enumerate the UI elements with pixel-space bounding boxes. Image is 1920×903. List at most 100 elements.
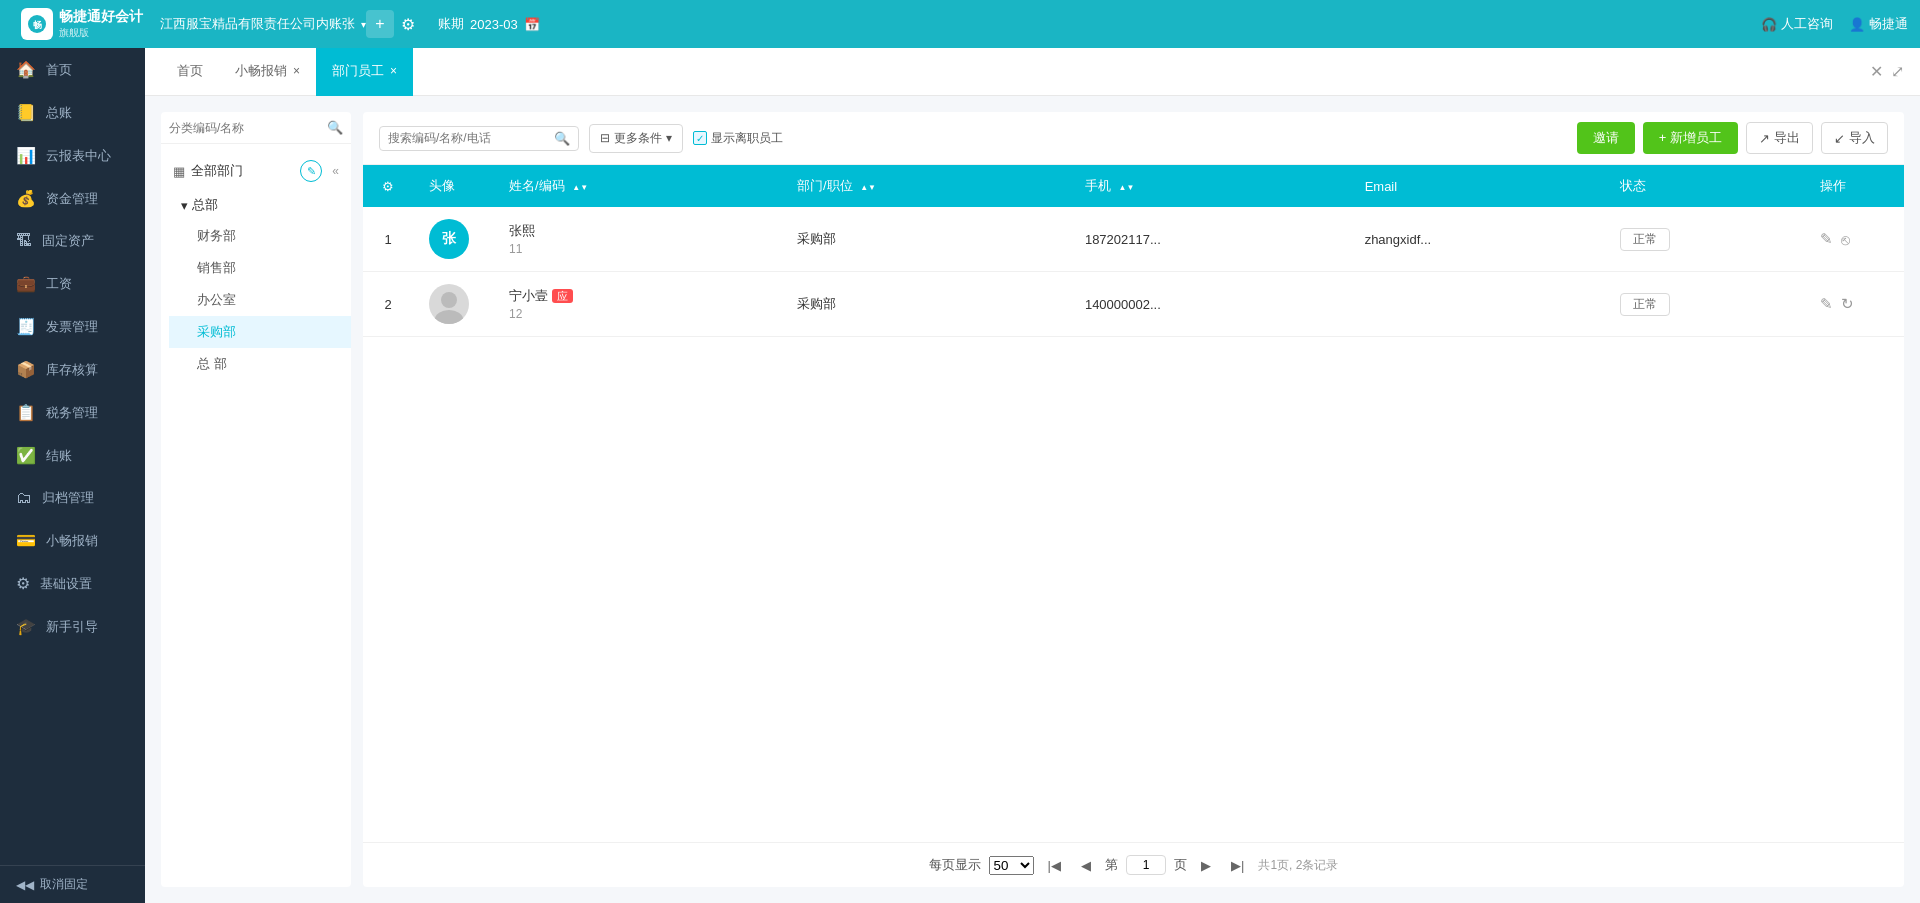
sidebar-item-archive[interactable]: 🗂 归档管理: [0, 477, 145, 519]
first-page-button[interactable]: |◀: [1042, 856, 1067, 875]
tab-dept-label: 部门员工: [332, 62, 384, 80]
sidebar-item-tax[interactable]: 📋 税务管理: [0, 391, 145, 434]
inventory-icon: 📦: [16, 360, 36, 379]
period-area: 账期 2023-03 📅: [438, 15, 540, 33]
sidebar-item-settle[interactable]: ✅ 结账: [0, 434, 145, 477]
close-window-icon[interactable]: ✕: [1870, 62, 1883, 81]
employee-email: [1349, 272, 1604, 337]
invite-button[interactable]: 邀请: [1577, 122, 1635, 154]
maximize-window-icon[interactable]: ⤢: [1891, 62, 1904, 81]
dept-node-finance[interactable]: 财务部: [169, 220, 351, 252]
sort-phone-icon[interactable]: ▲▼: [1119, 184, 1135, 192]
settings-icon[interactable]: ⚙: [394, 10, 422, 38]
dept-node-general[interactable]: 总 部: [169, 348, 351, 380]
page-number-input[interactable]: [1126, 855, 1166, 875]
all-dept-item[interactable]: ▦ 全部部门 ✎ «: [161, 152, 351, 190]
row-index: 2: [363, 272, 413, 337]
archive-icon: 🗂: [16, 489, 32, 507]
show-resigned-toggle[interactable]: ✓ 显示离职员工: [693, 130, 783, 147]
app-subtitle: 旗舰版: [59, 26, 143, 40]
page-label: 第: [1105, 856, 1118, 874]
per-page-label: 每页显示: [929, 856, 981, 874]
tab-home[interactable]: 首页: [161, 48, 219, 96]
dept-node-office[interactable]: 办公室: [169, 284, 351, 316]
sidebar-item-invoices[interactable]: 🧾 发票管理: [0, 305, 145, 348]
sidebar-item-wages[interactable]: 💼 工资: [0, 262, 145, 305]
dept-node-purchase[interactable]: 采购部: [169, 316, 351, 348]
logo-icon: 畅: [21, 8, 53, 40]
sidebar-item-home[interactable]: 🏠 首页: [0, 48, 145, 91]
col-name[interactable]: 姓名/编码 ▲▼: [493, 165, 781, 207]
sidebar-item-expense[interactable]: 💳 小畅报销: [0, 519, 145, 562]
svg-point-3: [435, 310, 463, 324]
svg-point-2: [441, 292, 457, 308]
tab-expense-label: 小畅报销: [235, 62, 287, 80]
wages-icon: 💼: [16, 274, 36, 293]
tab-expense[interactable]: 小畅报销 ×: [219, 48, 316, 96]
sidebar-item-guide[interactable]: 🎓 新手引导: [0, 605, 145, 648]
dept-group-head: ▾ 总部 财务部 销售部 办公室 采购部 总 部: [161, 190, 351, 380]
sort-name-icon[interactable]: ▲▼: [572, 184, 588, 192]
tax-icon: 📋: [16, 403, 36, 422]
col-settings[interactable]: ⚙: [363, 165, 413, 207]
sidebar-item-label: 发票管理: [46, 318, 98, 336]
calendar-icon[interactable]: 📅: [524, 17, 540, 32]
employee-table: ⚙ 头像 姓名/编码 ▲▼ 部门/职位 ▲▼: [363, 165, 1904, 337]
sidebar-item-ledger[interactable]: 📒 总账: [0, 91, 145, 134]
col-dept[interactable]: 部门/职位 ▲▼: [781, 165, 1069, 207]
import-button[interactable]: ↙ 导入: [1821, 122, 1888, 154]
employee-name: 宁小壹应: [509, 287, 765, 305]
top-header: 畅 畅捷通好会计 旗舰版 江西服宝精品有限责任公司内账张 ▾ + ⚙ 账期 20…: [0, 0, 1920, 48]
edit-employee-button[interactable]: ✎: [1820, 230, 1833, 248]
table-row: 2宁小壹应12采购部140000002...正常✎↻: [363, 272, 1904, 337]
sidebar-item-label: 固定资产: [42, 232, 94, 250]
employee-name-code: 宁小壹应 12: [493, 272, 781, 337]
sidebar-item-settings[interactable]: ⚙ 基础设置: [0, 562, 145, 605]
dept-search-input[interactable]: [169, 121, 327, 135]
user-icon: 👤: [1849, 17, 1865, 32]
sidebar-item-label: 工资: [46, 275, 72, 293]
home-icon: 🏠: [16, 60, 36, 79]
tab-dept-close[interactable]: ×: [390, 64, 397, 78]
dept-node-sales[interactable]: 销售部: [169, 252, 351, 284]
tab-home-label: 首页: [177, 62, 203, 80]
more-filters-button[interactable]: ⊟ 更多条件 ▾: [589, 124, 683, 153]
sidebar-item-inventory[interactable]: 📦 库存核算: [0, 348, 145, 391]
search-icon: 🔍: [554, 131, 570, 146]
sort-dept-icon[interactable]: ▲▼: [860, 184, 876, 192]
cancel-pin-button[interactable]: ◀◀ 取消固定: [0, 865, 145, 903]
user-area[interactable]: 👤 畅捷通: [1849, 15, 1908, 33]
sidebar-item-label: 归档管理: [42, 489, 94, 507]
company-selector[interactable]: 江西服宝精品有限责任公司内账张 ▾: [160, 15, 366, 33]
header-actions: 🎧 人工咨询 👤 畅捷通: [1761, 15, 1908, 33]
add-button[interactable]: +: [366, 10, 394, 38]
sidebar-item-assets[interactable]: 🏗 固定资产: [0, 220, 145, 262]
ai-consult-button[interactable]: 🎧 人工咨询: [1761, 15, 1833, 33]
sidebar-item-reports[interactable]: 📊 云报表中心: [0, 134, 145, 177]
delete-employee-button[interactable]: ↻: [1841, 295, 1854, 313]
status-badge: 正常: [1620, 293, 1670, 316]
tab-expense-close[interactable]: ×: [293, 64, 300, 78]
col-phone[interactable]: 手机 ▲▼: [1069, 165, 1349, 207]
avatar: [429, 284, 469, 324]
add-employee-button[interactable]: + 新增员工: [1643, 122, 1738, 154]
employee-search-input[interactable]: [388, 131, 550, 145]
sidebar-item-capital[interactable]: 💰 资金管理: [0, 177, 145, 220]
prev-page-button[interactable]: ◀: [1075, 856, 1097, 875]
edit-employee-button[interactable]: ✎: [1820, 295, 1833, 313]
employee-code: 12: [509, 307, 765, 321]
next-page-button[interactable]: ▶: [1195, 856, 1217, 875]
employee-dept: 采购部: [781, 272, 1069, 337]
col-avatar: 头像: [413, 165, 493, 207]
col-email: Email: [1349, 165, 1604, 207]
sidebar: 🏠 首页 📒 总账 📊 云报表中心 💰 资金管理 🏗 固定资产 💼 工资 🧾 发…: [0, 48, 145, 903]
logout-employee-button[interactable]: ⎋: [1841, 231, 1850, 248]
tab-dept-employee[interactable]: 部门员工 ×: [316, 48, 413, 96]
per-page-select[interactable]: 50 100: [989, 856, 1034, 875]
last-page-button[interactable]: ▶|: [1225, 856, 1250, 875]
sidebar-item-label: 结账: [46, 447, 72, 465]
edit-dept-button[interactable]: ✎: [300, 160, 322, 182]
collapse-dept-icon[interactable]: «: [332, 164, 339, 178]
export-button[interactable]: ↗ 导出: [1746, 122, 1813, 154]
checkbox-show-resigned[interactable]: ✓: [693, 131, 707, 145]
